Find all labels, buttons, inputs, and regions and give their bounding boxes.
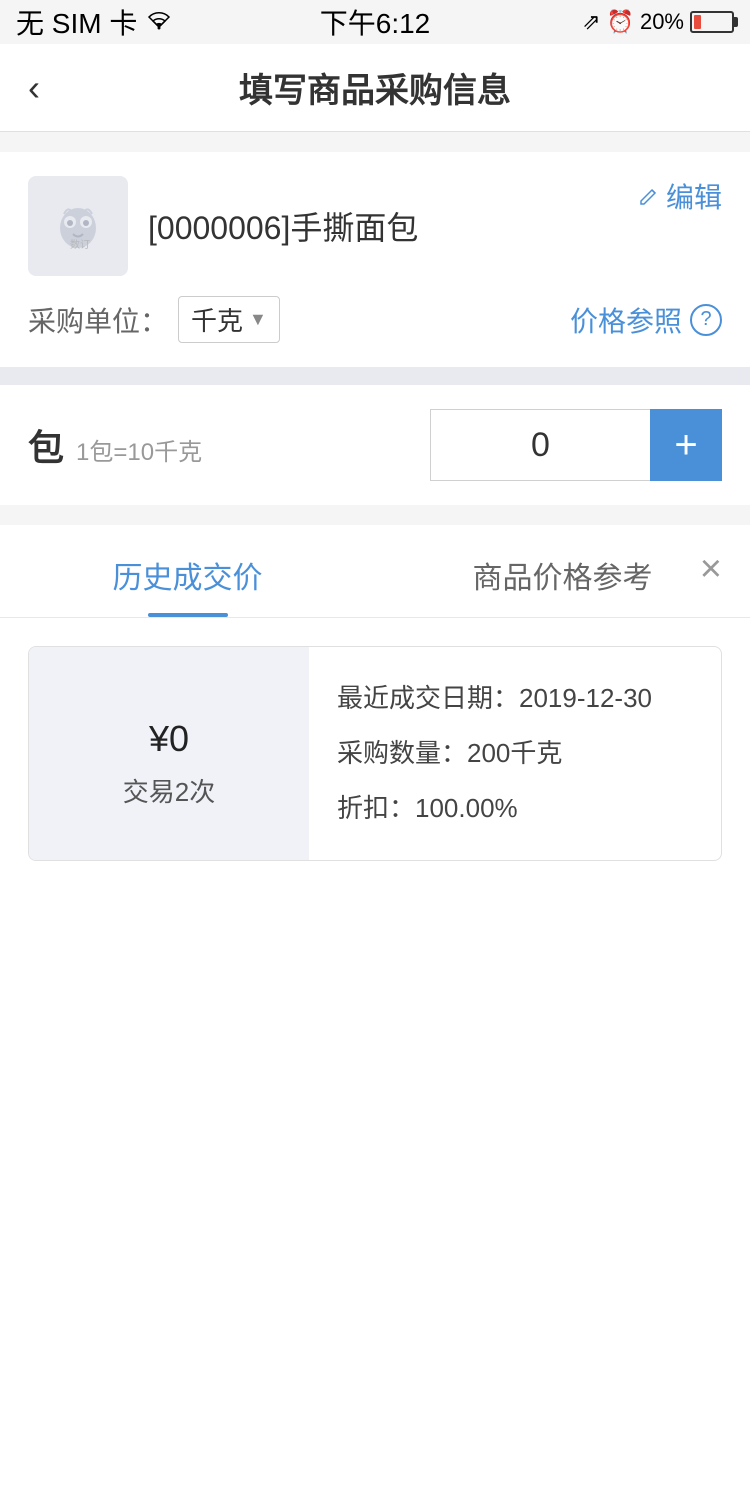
alarm-icon: ⏰	[607, 9, 634, 35]
page-background	[0, 889, 750, 1489]
product-left: 数订 [0000006]手撕面包	[28, 176, 418, 276]
discount-label: 折扣：	[337, 793, 415, 823]
status-time: 下午6:12	[320, 2, 431, 42]
quantity-detail-value: 200千克	[467, 738, 562, 768]
battery-percent: 20%	[640, 9, 684, 35]
back-button[interactable]: ‹	[28, 67, 40, 109]
recent-date-label: 最近成交日期：	[337, 683, 519, 713]
price-value: 0	[169, 718, 189, 759]
nav-bar: ‹ 填写商品采购信息	[0, 44, 750, 132]
dropdown-arrow-icon: ▼	[249, 309, 267, 330]
quantity-unit: 包	[28, 419, 64, 471]
quantity-input-group: +	[430, 409, 722, 481]
price-ref-label: 价格参照	[570, 300, 682, 340]
status-left: 无 SIM 卡	[16, 2, 173, 42]
unit-label: 采购单位：	[28, 300, 168, 340]
edit-icon	[638, 185, 660, 207]
trade-count: 交易2次	[123, 772, 215, 809]
product-name: [0000006]手撕面包	[148, 203, 418, 249]
unit-select[interactable]: 千克 ▼	[178, 296, 280, 343]
quantity-row: 采购数量：200千克	[337, 734, 693, 773]
recent-date-value: 2019-12-30	[519, 683, 652, 713]
wifi-icon	[145, 6, 173, 38]
unit-value: 千克	[191, 301, 243, 338]
section-divider	[0, 367, 750, 385]
status-bar: 无 SIM 卡 下午6:12 ⇗ ⏰ 20%	[0, 0, 750, 44]
history-right: 最近成交日期：2019-12-30 采购数量：200千克 折扣：100.00%	[309, 647, 721, 860]
product-meta: 采购单位： 千克 ▼ 价格参照 ?	[28, 296, 722, 343]
edit-button[interactable]: 编辑	[638, 176, 722, 216]
quantity-section: 包 1包=10千克 +	[0, 385, 750, 505]
product-section: 数订 [0000006]手撕面包 编辑 采购单位： 千克 ▼ 价格参照 ?	[0, 152, 750, 367]
quantity-hint: 1包=10千克	[76, 432, 202, 467]
tab-price-reference[interactable]: 商品价格参考	[375, 525, 750, 617]
question-icon: ?	[690, 304, 722, 336]
tabs-header: 历史成交价 商品价格参考 ×	[0, 525, 750, 618]
history-card: ¥0 交易2次 最近成交日期：2019-12-30 采购数量：200千克 折扣：…	[28, 646, 722, 861]
product-header: 数订 [0000006]手撕面包 编辑	[28, 176, 722, 276]
recent-date-row: 最近成交日期：2019-12-30	[337, 679, 693, 718]
quantity-input[interactable]	[430, 409, 650, 481]
discount-value: 100.00%	[415, 793, 518, 823]
location-icon: ⇗	[582, 9, 600, 35]
edit-label: 编辑	[666, 176, 722, 216]
product-image: 数订	[28, 176, 128, 276]
battery-icon	[690, 11, 734, 33]
quantity-plus-button[interactable]: +	[650, 409, 722, 481]
tab-history-price[interactable]: 历史成交价	[0, 525, 375, 617]
history-content: ¥0 交易2次 最近成交日期：2019-12-30 采购数量：200千克 折扣：…	[0, 618, 750, 889]
history-price: ¥0	[149, 699, 189, 764]
quantity-detail-label: 采购数量：	[337, 738, 467, 768]
discount-row: 折扣：100.00%	[337, 789, 693, 828]
page-title: 填写商品采购信息	[239, 63, 511, 112]
price-ref-button[interactable]: 价格参照 ?	[570, 300, 722, 340]
tabs-section: 历史成交价 商品价格参考 × ¥0 交易2次 最近成交日期：2019-12-30…	[0, 525, 750, 889]
svg-text:数订: 数订	[70, 238, 90, 251]
currency-symbol: ¥	[149, 718, 169, 759]
history-left: ¥0 交易2次	[29, 647, 309, 860]
carrier-text: 无 SIM 卡	[16, 2, 137, 42]
status-right: ⇗ ⏰ 20%	[582, 9, 734, 35]
tabs-close-button[interactable]: ×	[700, 550, 722, 588]
quantity-label: 包 1包=10千克	[28, 419, 202, 471]
